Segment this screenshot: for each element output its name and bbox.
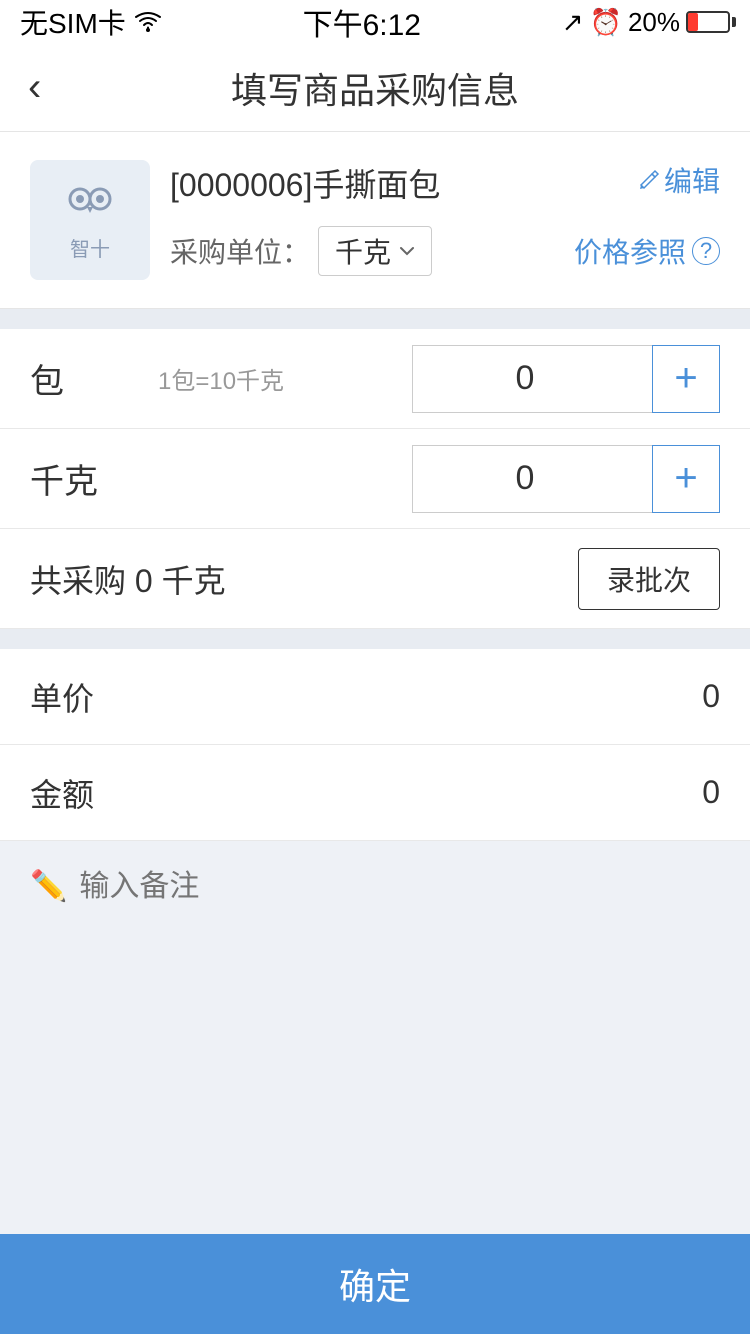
amount-value: 0: [702, 774, 720, 811]
bag-label: 包: [30, 354, 150, 403]
unit-price-value: 0: [702, 678, 720, 715]
kg-plus-button[interactable]: +: [652, 445, 720, 513]
kg-input-wrapper: +: [412, 445, 720, 513]
product-info: [0000006]手撕面包 编辑 采购单位： 千克: [170, 160, 720, 276]
bag-input-wrapper: +: [412, 345, 720, 413]
bag-sublabel: 1包=10千克: [158, 361, 284, 396]
section-divider-2: [0, 629, 750, 649]
amount-label: 金额: [30, 770, 702, 816]
price-ref-button[interactable]: 价格参照 ?: [574, 231, 720, 271]
unit-value: 千克: [335, 231, 391, 271]
edit-icon: [638, 169, 660, 191]
product-unit-row: 采购单位： 千克 价格参照 ?: [170, 226, 720, 276]
price-section: 单价 0 金额 0: [0, 649, 750, 841]
pencil-icon: ✏️: [30, 869, 67, 904]
chevron-down-icon: [399, 246, 415, 256]
wifi-icon: [134, 11, 162, 33]
product-logo: [60, 179, 120, 229]
product-logo-text: 智十: [70, 233, 110, 262]
battery-icon: [686, 11, 730, 33]
kg-quantity-input[interactable]: [412, 445, 652, 513]
amount-row: 金额 0: [0, 745, 750, 841]
product-card: 智十 [0000006]手撕面包 编辑 采购单位： 千克: [0, 132, 750, 309]
batch-button[interactable]: 录批次: [578, 548, 720, 610]
carrier-label: 无SIM卡: [20, 2, 126, 42]
page-title: 填写商品采购信息: [231, 62, 519, 114]
status-bar-left: 无SIM卡: [20, 2, 162, 42]
product-name: [0000006]手撕面包: [170, 160, 440, 206]
unit-price-row: 单价 0: [0, 649, 750, 745]
status-bar-right: ↗ ⏰ 20%: [562, 7, 730, 38]
alarm-icon: ⏰: [590, 7, 622, 38]
status-bar-time: 下午6:12: [303, 0, 421, 44]
section-divider-1: [0, 309, 750, 329]
unit-price-label: 单价: [30, 674, 702, 720]
help-icon: ?: [692, 237, 720, 265]
kg-input-row: 千克 +: [0, 429, 750, 529]
bag-input-section: 包 1包=10千克 + 千克 +: [0, 329, 750, 529]
remark-input[interactable]: [79, 870, 720, 904]
location-icon: ↗: [562, 7, 584, 38]
battery-percent: 20%: [628, 7, 680, 38]
unit-select[interactable]: 千克: [318, 226, 432, 276]
unit-label: 采购单位：: [170, 231, 310, 271]
kg-label: 千克: [30, 454, 150, 503]
bag-plus-button[interactable]: +: [652, 345, 720, 413]
status-bar: 无SIM卡 下午6:12 ↗ ⏰ 20%: [0, 0, 750, 44]
product-image: 智十: [30, 160, 150, 280]
remark-section: ✏️: [0, 841, 750, 932]
confirm-button[interactable]: 确定: [0, 1234, 750, 1334]
edit-label: 编辑: [664, 160, 720, 200]
bag-quantity-input[interactable]: [412, 345, 652, 413]
edit-button[interactable]: 编辑: [638, 160, 720, 200]
battery-fill: [688, 13, 698, 31]
back-button[interactable]: ‹: [28, 65, 41, 110]
bag-input-row: 包 1包=10千克 +: [0, 329, 750, 429]
product-header: [0000006]手撕面包 编辑: [170, 160, 720, 206]
price-ref-label: 价格参照: [574, 231, 686, 271]
total-text: 共采购 0 千克: [30, 556, 578, 602]
nav-bar: ‹ 填写商品采购信息: [0, 44, 750, 132]
total-row: 共采购 0 千克 录批次: [0, 529, 750, 629]
